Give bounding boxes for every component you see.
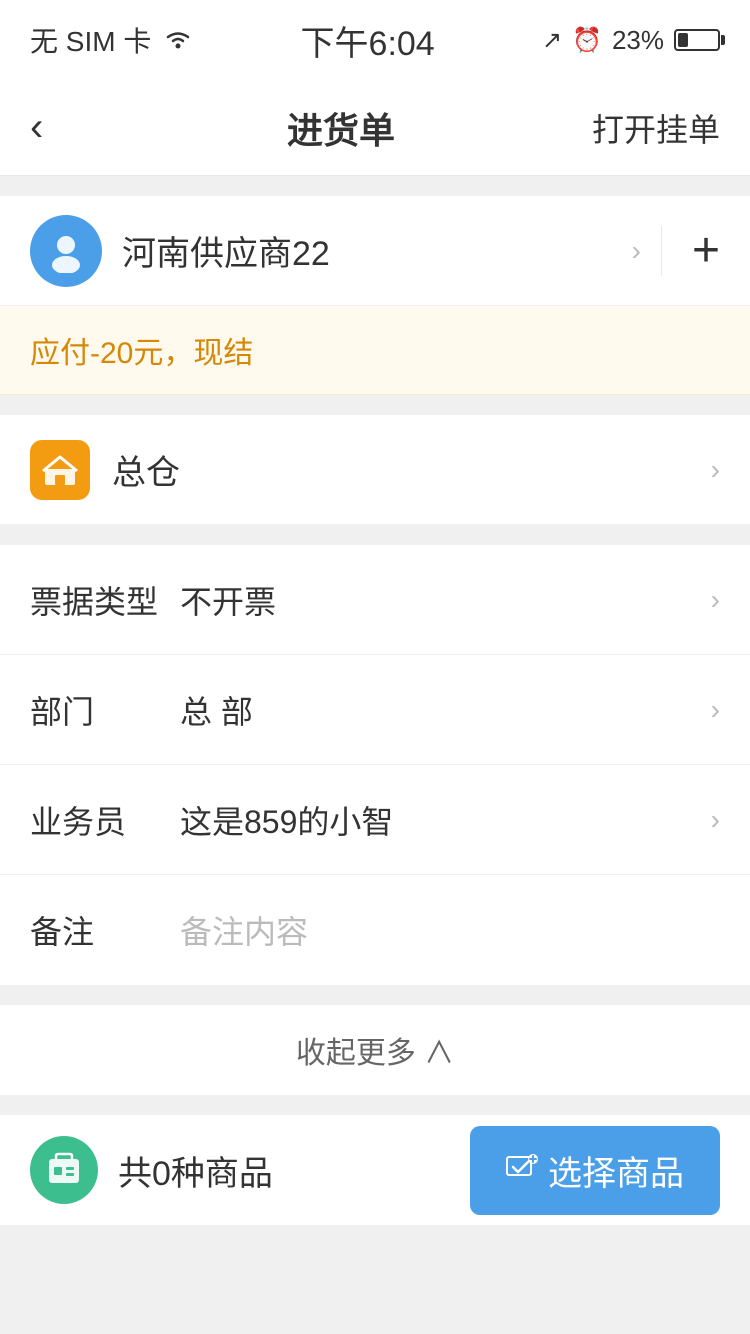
sales-label: 业务员 bbox=[30, 797, 170, 843]
open-pending-button[interactable]: 打开挂单 bbox=[592, 105, 720, 151]
collapse-label: 收起更多 ∧ bbox=[296, 1028, 454, 1072]
alarm-icon: ⏰ bbox=[572, 26, 602, 55]
supplier-chevron-icon: › bbox=[632, 235, 641, 267]
supplier-row[interactable]: 河南供应商22 › + bbox=[0, 196, 750, 306]
notice-banner: 应付-20元，现结 bbox=[0, 306, 750, 395]
dept-row[interactable]: 部门 总 部 › bbox=[0, 655, 750, 765]
location-icon: ↗ bbox=[542, 26, 562, 55]
page-title: 进货单 bbox=[287, 102, 395, 154]
collapse-button[interactable]: 收起更多 ∧ bbox=[0, 1005, 750, 1095]
dept-label: 部门 bbox=[30, 687, 170, 733]
wifi-icon bbox=[163, 24, 193, 56]
battery-icon bbox=[674, 29, 720, 51]
supplier-v-divider bbox=[661, 226, 662, 276]
nav-bar: ‹ 进货单 打开挂单 bbox=[0, 80, 750, 176]
carrier-text: 无 SIM 卡 bbox=[30, 20, 151, 60]
top-divider bbox=[0, 176, 750, 196]
battery-percent: 23% bbox=[612, 25, 664, 56]
remark-input[interactable]: 备注内容 bbox=[170, 907, 720, 953]
select-product-label: 选择商品 bbox=[548, 1146, 684, 1195]
status-right: ↗ ⏰ 23% bbox=[542, 25, 720, 56]
supplier-name: 河南供应商22 bbox=[122, 226, 632, 275]
warehouse-chevron-icon: › bbox=[711, 454, 720, 486]
product-icon bbox=[30, 1136, 98, 1204]
invoice-row[interactable]: 票据类型 不开票 › bbox=[0, 545, 750, 655]
warehouse-name: 总仓 bbox=[112, 445, 711, 494]
notice-text: 应付-20元，现结 bbox=[30, 337, 253, 370]
supplier-avatar bbox=[30, 215, 102, 287]
remark-row[interactable]: 备注 备注内容 bbox=[0, 875, 750, 985]
warehouse-row[interactable]: 总仓 › bbox=[0, 415, 750, 525]
sales-row[interactable]: 业务员 这是859的小智 › bbox=[0, 765, 750, 875]
sales-chevron-icon: › bbox=[711, 804, 720, 836]
invoice-value: 不开票 bbox=[170, 577, 711, 623]
invoice-chevron-icon: › bbox=[711, 584, 720, 616]
invoice-label: 票据类型 bbox=[30, 577, 170, 623]
back-button[interactable]: ‹ bbox=[30, 105, 90, 150]
status-bar: 无 SIM 卡 下午6:04 ↗ ⏰ 23% bbox=[0, 0, 750, 80]
sales-value: 这是859的小智 bbox=[170, 797, 711, 843]
select-product-icon bbox=[506, 1152, 538, 1189]
bottom-bar: 共0种商品 选择商品 bbox=[0, 1115, 750, 1225]
form-section: 票据类型 不开票 › 部门 总 部 › 业务员 这是859的小智 › 备注 备注… bbox=[0, 545, 750, 985]
dept-value: 总 部 bbox=[170, 687, 711, 733]
select-product-button[interactable]: 选择商品 bbox=[470, 1126, 720, 1215]
add-supplier-button[interactable]: + bbox=[692, 227, 720, 275]
warehouse-icon bbox=[30, 440, 90, 500]
status-left: 无 SIM 卡 bbox=[30, 20, 193, 60]
product-count: 共0种商品 bbox=[118, 1146, 470, 1195]
remark-label: 备注 bbox=[30, 907, 170, 953]
dept-chevron-icon: › bbox=[711, 694, 720, 726]
status-time: 下午6:04 bbox=[301, 16, 435, 65]
